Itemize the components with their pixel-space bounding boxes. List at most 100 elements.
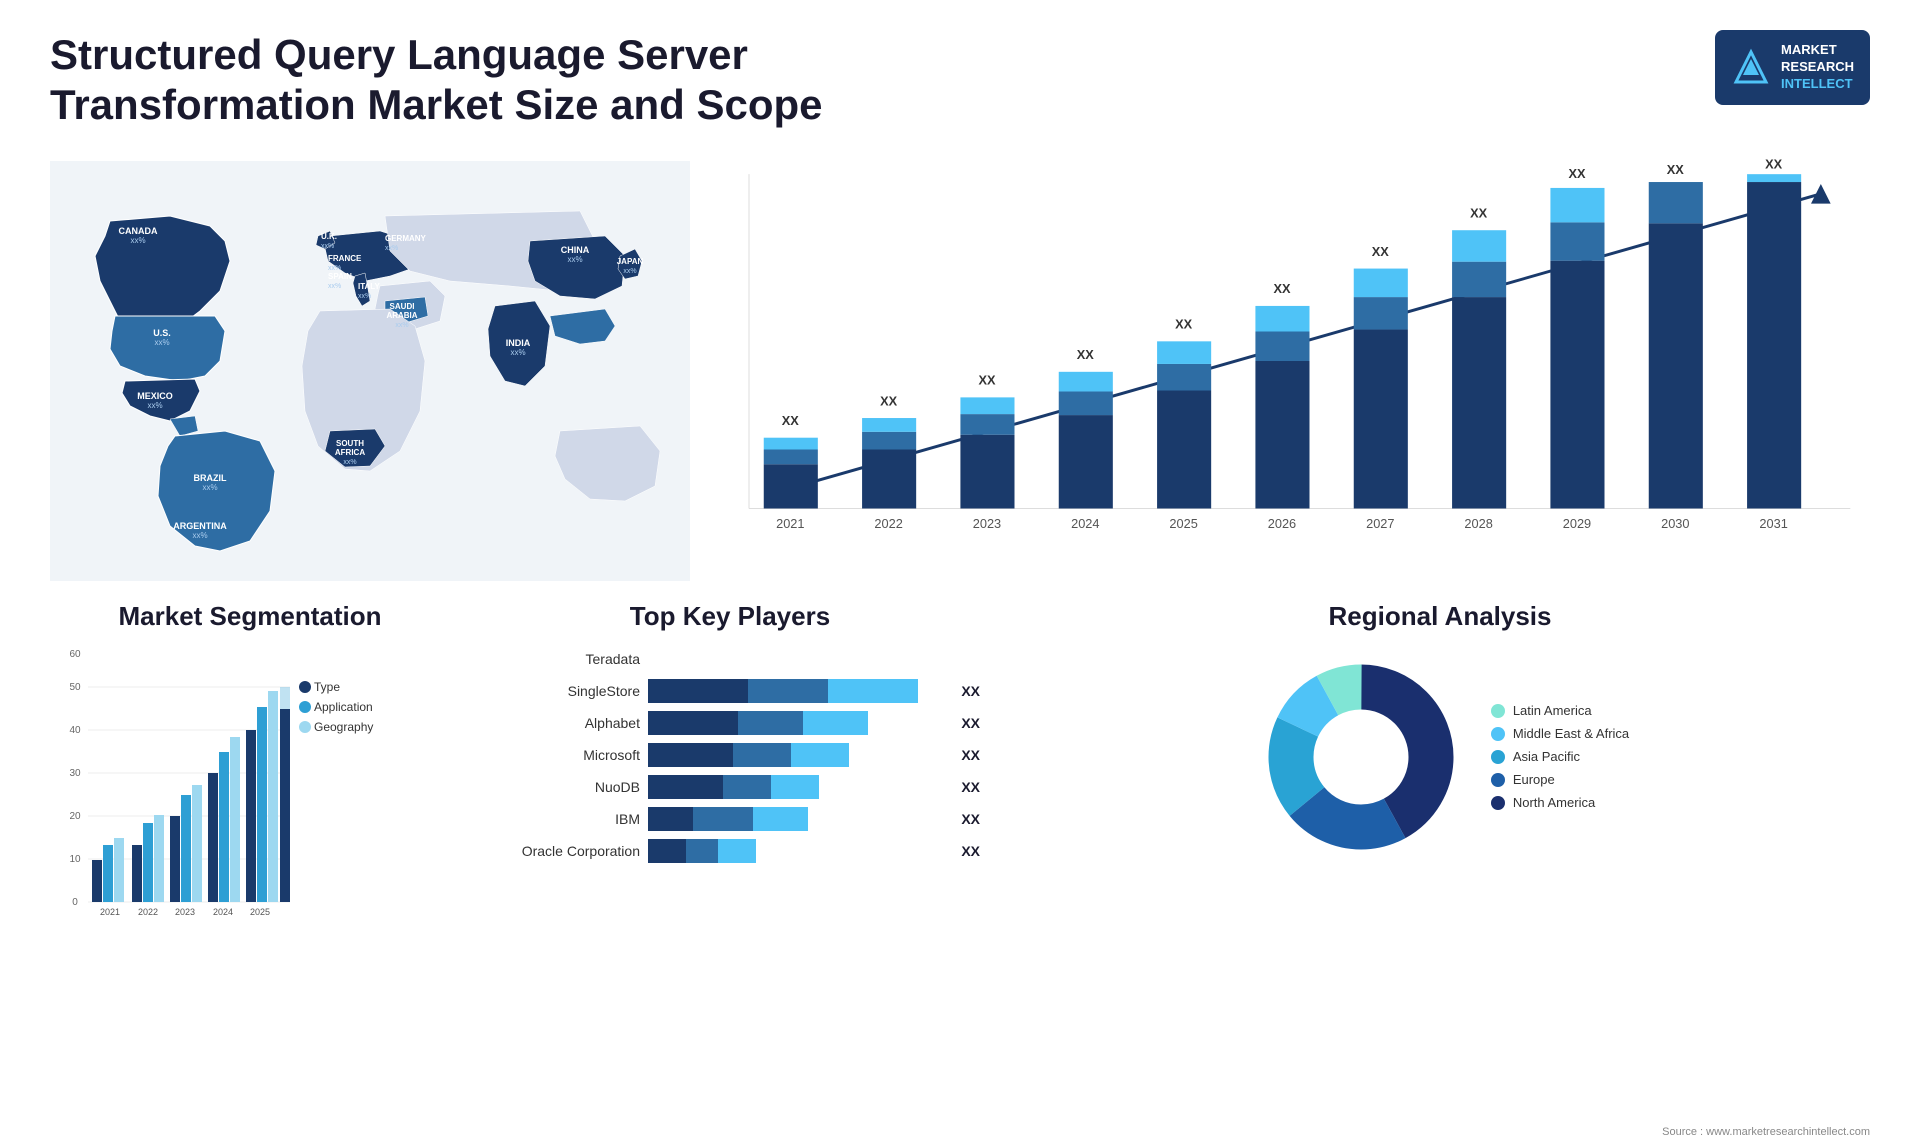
svg-text:2023: 2023 xyxy=(973,516,1001,531)
svg-text:MEXICO: MEXICO xyxy=(137,391,173,401)
player-row-singlestore: SingleStore XX xyxy=(480,679,980,703)
regional-legend: Latin America Middle East & Africa Asia … xyxy=(1491,703,1629,810)
svg-text:CANADA: CANADA xyxy=(119,226,158,236)
svg-text:xx%: xx% xyxy=(154,338,169,347)
donut-chart xyxy=(1251,647,1471,867)
svg-text:2022: 2022 xyxy=(138,907,158,917)
bar-light xyxy=(753,807,808,831)
svg-text:2022: 2022 xyxy=(874,516,902,531)
bar-mid xyxy=(723,775,771,799)
logo-box: MARKET RESEARCH INTELLECT xyxy=(1715,30,1870,105)
bar-dark xyxy=(648,775,723,799)
svg-text:xx%: xx% xyxy=(147,401,162,410)
svg-text:XX: XX xyxy=(1568,166,1586,181)
player-row-teradata: Teradata xyxy=(480,647,980,671)
top-row: CANADA xx% U.S. xx% MEXICO xx% BRAZIL xx… xyxy=(50,151,1870,591)
svg-text:60: 60 xyxy=(69,649,81,660)
player-bar xyxy=(648,679,947,703)
svg-text:ARGENTINA: ARGENTINA xyxy=(173,521,227,531)
player-name: NuoDB xyxy=(480,779,640,795)
logo-text: MARKET RESEARCH INTELLECT xyxy=(1781,42,1854,93)
bar-light xyxy=(828,679,918,703)
svg-text:XX: XX xyxy=(1077,347,1095,362)
legend-label: North America xyxy=(1513,795,1595,810)
svg-text:XX: XX xyxy=(880,393,898,408)
bottom-section: Market Segmentation 0 10 20 30 40 50 60 xyxy=(50,601,1870,941)
player-name: Oracle Corporation xyxy=(480,843,640,859)
player-value: XX xyxy=(961,683,980,699)
legend-item-latin: Latin America xyxy=(1491,703,1629,718)
bar-light xyxy=(791,743,849,767)
svg-text:xx%: xx% xyxy=(328,265,341,272)
svg-text:2027: 2027 xyxy=(1366,516,1394,531)
legend-dot xyxy=(1491,704,1505,718)
svg-text:Application: Application xyxy=(314,700,373,714)
svg-text:XX: XX xyxy=(1470,205,1488,220)
regional-container: Latin America Middle East & Africa Asia … xyxy=(1010,647,1870,867)
bar-dark xyxy=(648,679,748,703)
legend-dot xyxy=(1491,796,1505,810)
player-bar xyxy=(648,807,947,831)
svg-text:xx%: xx% xyxy=(130,236,145,245)
bar-light xyxy=(771,775,819,799)
svg-text:0: 0 xyxy=(72,897,78,908)
player-name: SingleStore xyxy=(480,683,640,699)
svg-text:xx%: xx% xyxy=(567,255,582,264)
svg-text:40: 40 xyxy=(69,725,81,736)
legend-label: Middle East & Africa xyxy=(1513,726,1629,741)
bar-mid xyxy=(748,679,828,703)
svg-text:BRAZIL: BRAZIL xyxy=(194,473,227,483)
player-row-nuodb: NuoDB XX xyxy=(480,775,980,799)
svg-text:2028: 2028 xyxy=(1464,516,1492,531)
svg-text:ITALY: ITALY xyxy=(358,282,380,291)
svg-text:2024: 2024 xyxy=(213,907,233,917)
bar-mid xyxy=(738,711,803,735)
svg-text:Type: Type xyxy=(314,680,340,694)
bar-light xyxy=(803,711,868,735)
bar-dark xyxy=(648,711,738,735)
svg-text:XX: XX xyxy=(1372,244,1390,259)
bar-dark xyxy=(648,839,686,863)
svg-text:2021: 2021 xyxy=(100,907,120,917)
legend-label: Asia Pacific xyxy=(1513,749,1580,764)
svg-text:XX: XX xyxy=(1765,156,1783,171)
player-name: IBM xyxy=(480,811,640,827)
player-bar xyxy=(648,647,980,671)
segmentation-section: Market Segmentation 0 10 20 30 40 50 60 xyxy=(50,601,450,941)
players-title: Top Key Players xyxy=(480,601,980,632)
svg-text:SPAIN: SPAIN xyxy=(328,272,352,281)
svg-text:U.S.: U.S. xyxy=(153,328,171,338)
svg-text:XX: XX xyxy=(1667,162,1685,177)
segmentation-chart: 0 10 20 30 40 50 60 xyxy=(50,647,450,927)
svg-text:2024: 2024 xyxy=(1071,516,1099,531)
svg-text:XX: XX xyxy=(782,413,800,428)
svg-text:2021: 2021 xyxy=(776,516,804,531)
svg-text:INDIA: INDIA xyxy=(506,338,531,348)
svg-text:2025: 2025 xyxy=(1169,516,1197,531)
svg-text:U.K.: U.K. xyxy=(321,232,337,241)
legend-dot xyxy=(1491,750,1505,764)
bar-mid xyxy=(733,743,791,767)
svg-text:FRANCE: FRANCE xyxy=(328,254,362,263)
svg-text:xx%: xx% xyxy=(343,459,356,466)
player-row-ibm: IBM XX xyxy=(480,807,980,831)
legend-dot xyxy=(1491,773,1505,787)
svg-text:10: 10 xyxy=(69,854,81,865)
svg-text:ARABIA: ARABIA xyxy=(386,311,417,320)
svg-text:xx%: xx% xyxy=(623,268,636,275)
player-bar xyxy=(648,743,947,767)
players-section: Top Key Players Teradata SingleStore XX xyxy=(480,601,980,941)
growth-bar-chart: XX 2021 XX 2022 XX 2023 XX 2024 xyxy=(690,151,1870,571)
svg-text:2031: 2031 xyxy=(1759,516,1787,531)
legend-label: Europe xyxy=(1513,772,1555,787)
svg-text:SAUDI: SAUDI xyxy=(390,302,415,311)
bar-dark xyxy=(648,743,733,767)
svg-text:2025: 2025 xyxy=(250,907,270,917)
svg-text:xx%: xx% xyxy=(321,243,334,250)
svg-text:xx%: xx% xyxy=(510,348,525,357)
legend-item-europe: Europe xyxy=(1491,772,1629,787)
svg-text:2030: 2030 xyxy=(1661,516,1689,531)
svg-text:xx%: xx% xyxy=(385,245,398,252)
svg-text:CHINA: CHINA xyxy=(561,245,590,255)
player-value: XX xyxy=(961,715,980,731)
